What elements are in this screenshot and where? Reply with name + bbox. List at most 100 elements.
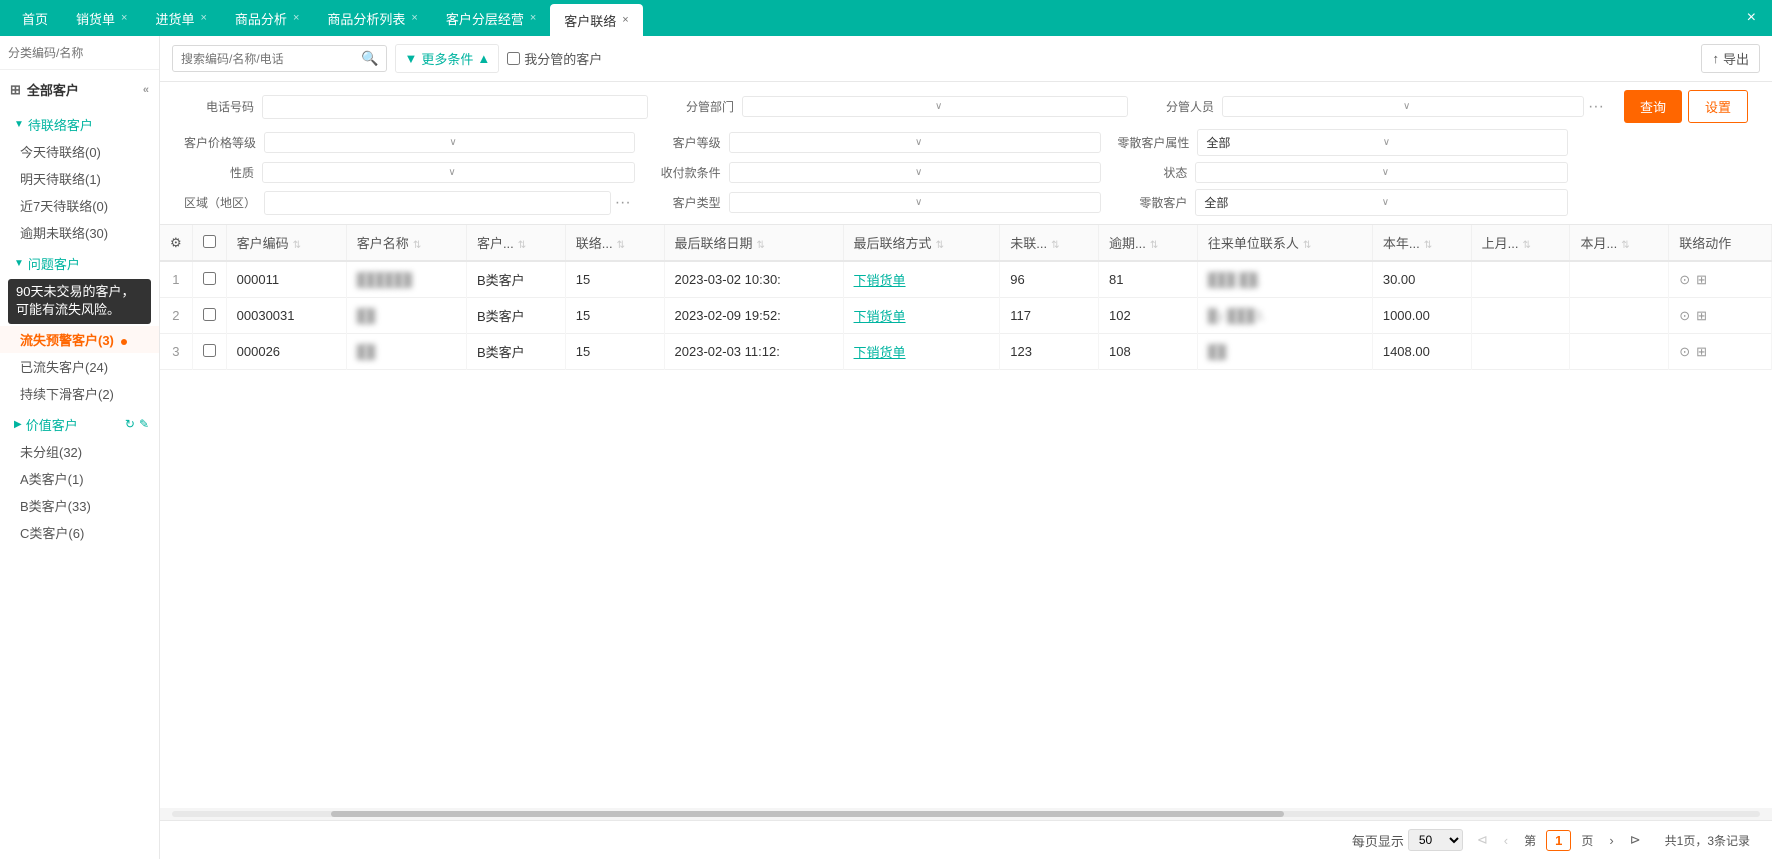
row-checkbox[interactable] (192, 298, 226, 334)
col-settings[interactable]: ⚙ (160, 225, 192, 261)
filter-search-input[interactable] (181, 52, 361, 66)
sidebar-item-ungroup[interactable]: 未分组(32) (0, 438, 159, 465)
row-select-checkbox[interactable] (203, 272, 216, 285)
sidebar-group-pending-header[interactable]: ▼ 待联络客户 (0, 111, 159, 138)
window-close-icon[interactable]: × (1739, 9, 1764, 27)
sidebar-item-class-a[interactable]: A类客户(1) (0, 465, 159, 492)
per-page-select[interactable]: 50 100 200 (1408, 829, 1463, 851)
more-options-icon[interactable]: ··· (611, 194, 635, 212)
filter-price-grade-select[interactable]: ∨ (264, 132, 635, 153)
sidebar-item-class-c[interactable]: C类客户(6) (0, 519, 159, 546)
sidebar-item-overdue-contact[interactable]: 逾期未联络(30) (0, 219, 159, 246)
close-icon[interactable]: × (293, 12, 299, 24)
row-type: B类客户 (466, 261, 565, 298)
sort-icon[interactable]: ⇅ (1051, 240, 1059, 251)
select-all-checkbox[interactable] (203, 235, 216, 248)
filter-more-button[interactable]: ▼ 更多条件 ▲ (395, 44, 499, 73)
table-area: ⚙ 客户编码⇅ 客户名称⇅ 客户...⇅ 联络...⇅ 最后联络日期⇅ 最后联络… (160, 225, 1772, 808)
tab-product-analysis-list[interactable]: 商品分析列表 × (313, 0, 431, 36)
filter-department-select[interactable]: ∨ (742, 96, 1128, 117)
filter-payment-select[interactable]: ∨ (729, 162, 1102, 183)
contact-icon[interactable]: ⊙ (1679, 344, 1690, 360)
prev-page-icon[interactable]: ‹ (1498, 831, 1514, 850)
filter-search-icon[interactable]: 🔍 (361, 50, 378, 67)
filter-retail-attr-select[interactable]: 全部 ∨ (1197, 129, 1568, 156)
sidebar-item-churned[interactable]: 已流失客户(24) (0, 353, 159, 380)
row-last-contact-method[interactable]: 下销货单 (843, 334, 1000, 370)
sidebar-group-problem-header[interactable]: ▼ 问题客户 (0, 250, 159, 277)
filter-retail-customer-select[interactable]: 全部 ∨ (1195, 189, 1568, 216)
sidebar-item-declining[interactable]: 持续下滑客户(2) (0, 380, 159, 407)
refresh-icon[interactable]: ↻ (125, 417, 135, 431)
filter-customer-grade-select[interactable]: ∨ (729, 132, 1102, 153)
more-action-icon[interactable]: ⊞ (1696, 344, 1707, 360)
sidebar-item-today-pending[interactable]: 今天待联络(0) (0, 138, 159, 165)
my-customers-checkbox[interactable] (507, 52, 520, 65)
row-last-contact-method[interactable]: 下销货单 (843, 261, 1000, 298)
first-page-icon[interactable]: ⊲ (1471, 830, 1494, 850)
sidebar-group-pending: ▼ 待联络客户 今天待联络(0) 明天待联络(1) 近7天待联络(0) 逾期未联… (0, 109, 159, 248)
tab-customer-segmentation[interactable]: 客户分层经营 × (432, 0, 550, 36)
more-action-icon[interactable]: ⊞ (1696, 308, 1707, 324)
more-options-icon[interactable]: ··· (1584, 98, 1608, 116)
close-icon[interactable]: × (622, 14, 628, 26)
sidebar-search-input[interactable] (8, 46, 160, 60)
sidebar-item-churn-warning[interactable]: 流失预警客户(3) (0, 326, 159, 353)
filter-person-select[interactable]: ∨ (1222, 96, 1584, 117)
close-icon[interactable]: × (121, 12, 127, 24)
row-code: 000026 (226, 334, 346, 370)
sort-icon[interactable]: ⇅ (936, 240, 944, 251)
close-icon[interactable]: × (200, 12, 206, 24)
more-action-icon[interactable]: ⊞ (1696, 272, 1707, 288)
sort-icon[interactable]: ⇅ (757, 240, 765, 251)
close-icon[interactable]: × (411, 12, 417, 24)
close-icon[interactable]: × (530, 12, 536, 24)
sort-icon[interactable]: ⇅ (617, 240, 625, 251)
sidebar-item-class-b[interactable]: B类客户(33) (0, 492, 159, 519)
col-checkbox[interactable] (192, 225, 226, 261)
col-contact-person: 往来单位联系人⇅ (1197, 225, 1372, 261)
sort-icon[interactable]: ⇅ (1303, 240, 1311, 251)
arrow-down-icon: ▼ (14, 119, 24, 130)
filter-region-input[interactable] (264, 191, 611, 215)
tab-home[interactable]: 首页 (8, 0, 62, 36)
row-checkbox[interactable] (192, 334, 226, 370)
sidebar-item-week-pending[interactable]: 近7天待联络(0) (0, 192, 159, 219)
sort-icon[interactable]: ⇅ (1424, 240, 1432, 251)
last-page-icon[interactable]: ⊳ (1624, 830, 1647, 850)
sidebar-group-value-header[interactable]: ▶ 价值客户 ↻ ✎ (0, 411, 159, 438)
sidebar-item-tomorrow-pending[interactable]: 明天待联络(1) (0, 165, 159, 192)
col-last-contact-date: 最后联络日期⇅ (664, 225, 843, 261)
edit-icon[interactable]: ✎ (139, 417, 149, 431)
sort-icon[interactable]: ⇅ (1522, 240, 1530, 251)
filter-phone-input[interactable] (262, 95, 648, 119)
filter-nature-select[interactable]: ∨ (262, 162, 635, 183)
collapse-icon[interactable]: « (143, 84, 149, 96)
tab-product-analysis[interactable]: 商品分析 × (221, 0, 313, 36)
next-page-icon[interactable]: › (1603, 831, 1619, 850)
filter-status-select[interactable]: ∨ (1195, 162, 1568, 183)
row-last-contact-method[interactable]: 下销货单 (843, 298, 1000, 334)
tab-purchase[interactable]: 进货单 × (141, 0, 220, 36)
contact-icon[interactable]: ⊙ (1679, 308, 1690, 324)
sort-icon[interactable]: ⇅ (293, 240, 301, 251)
sort-icon[interactable]: ⇅ (1150, 240, 1158, 251)
scrollbar-thumb[interactable] (331, 811, 1284, 817)
sort-icon[interactable]: ⇅ (518, 240, 526, 251)
sidebar-all-customers[interactable]: ⊞ 全部客户 « (0, 74, 159, 105)
sort-icon[interactable]: ⇅ (1621, 240, 1629, 251)
sort-icon[interactable]: ⇅ (413, 240, 421, 251)
query-button[interactable]: 查询 (1624, 90, 1682, 123)
contact-icon[interactable]: ⊙ (1679, 272, 1690, 288)
table-row: 2 00030031 ██ B类客户 15 2023-02-09 19:52: … (160, 298, 1772, 334)
row-select-checkbox[interactable] (203, 344, 216, 357)
filter-customer-type-select[interactable]: ∨ (729, 192, 1102, 213)
settings-button[interactable]: 设置 (1688, 90, 1748, 123)
row-select-checkbox[interactable] (203, 308, 216, 321)
row-checkbox[interactable] (192, 261, 226, 298)
current-page[interactable]: 1 (1546, 830, 1571, 851)
tab-sales[interactable]: 销货单 × (62, 0, 141, 36)
export-button[interactable]: ↑ 导出 (1701, 44, 1760, 73)
horizontal-scrollbar[interactable] (160, 808, 1772, 820)
tab-customer-contact[interactable]: 客户联络 × (550, 4, 642, 36)
